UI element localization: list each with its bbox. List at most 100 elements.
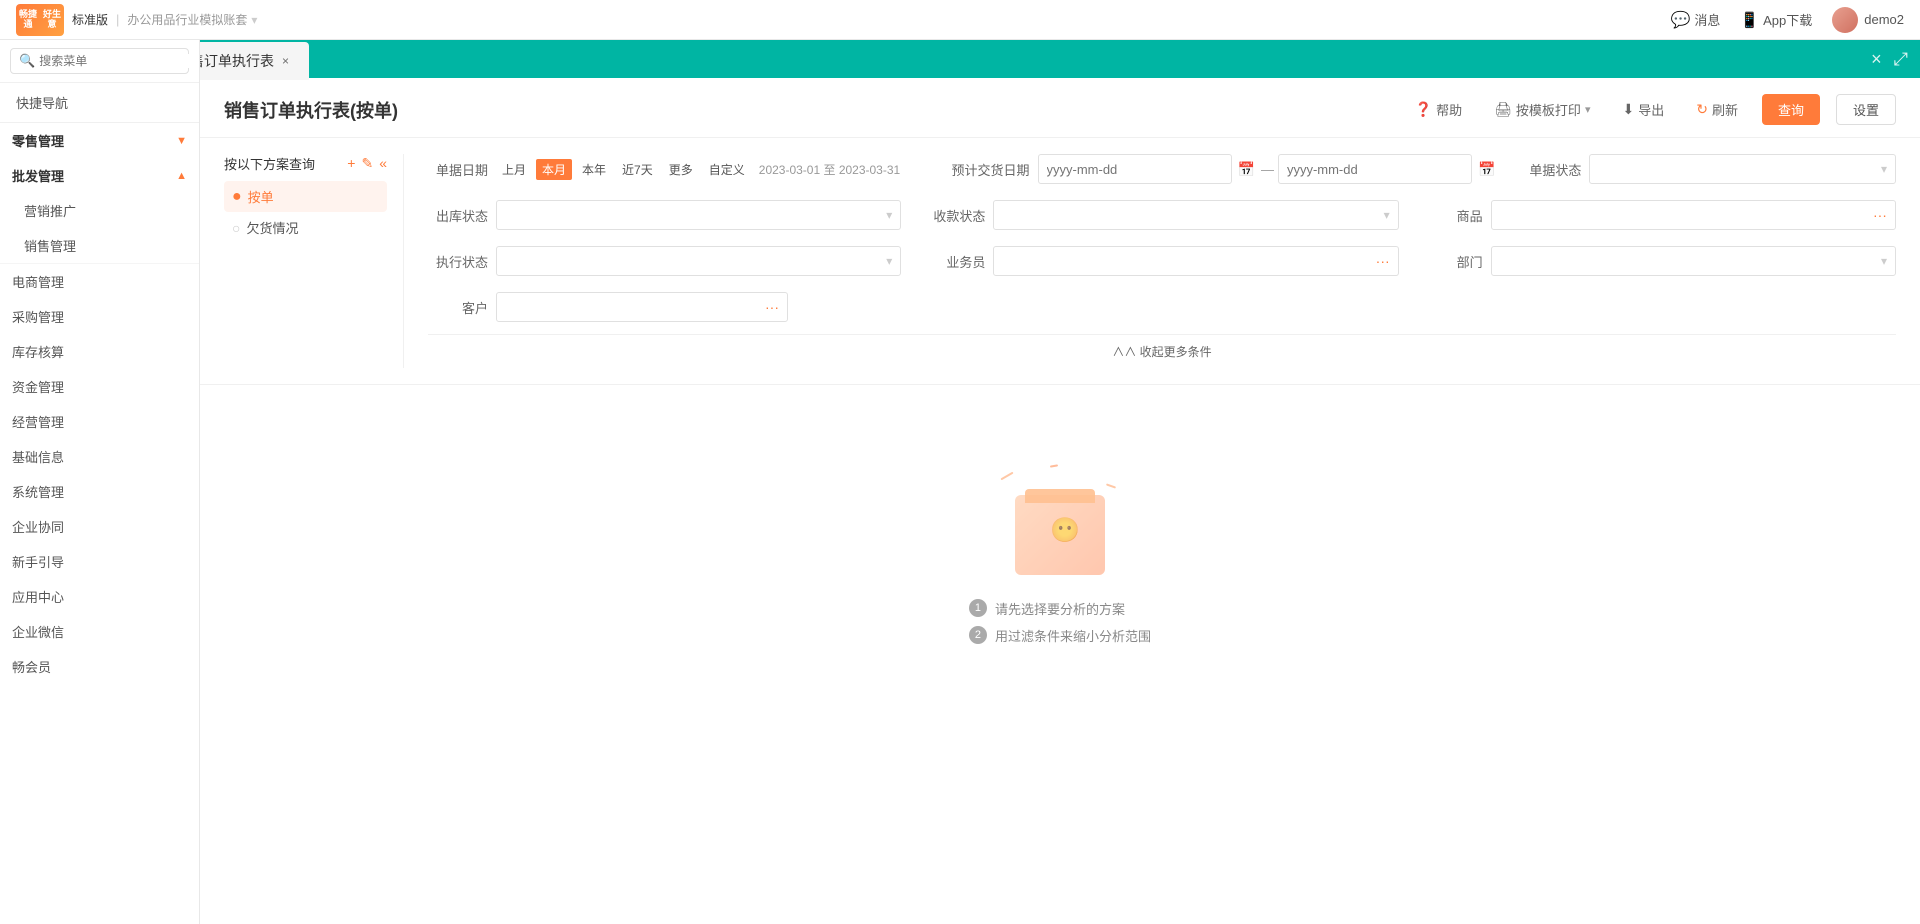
salesperson-dots-icon[interactable]: ··· bbox=[1376, 253, 1390, 269]
forecast-end-input[interactable] bbox=[1278, 154, 1472, 184]
status-label: 单据状态 bbox=[1521, 160, 1581, 179]
window-close-icon[interactable]: × bbox=[1871, 49, 1882, 70]
filter-main: 单据日期 上月 本月 本年 近7天 更多 自定义 2023-03-01 至 20… bbox=[404, 154, 1896, 368]
settings-button[interactable]: 设置 bbox=[1836, 94, 1896, 125]
execution-select[interactable]: ▾ bbox=[496, 246, 901, 276]
nav-item-procurement[interactable]: 采购管理 bbox=[0, 299, 199, 334]
empty-step-1: 1 请先选择要分析的方案 bbox=[969, 599, 1151, 618]
page-actions: ❓ 帮助 🖨 按模板打印 ▾ ⬇ 导出 ↻ 刷新 查询 设置 bbox=[1407, 94, 1896, 125]
scheme-item-1[interactable]: ○ 欠货情况 bbox=[224, 212, 387, 243]
forecast-date-range: 📅 — 📅 bbox=[1038, 154, 1498, 184]
page-header: 销售订单执行表(按单) ❓ 帮助 🖨 按模板打印 ▾ ⬇ 导出 ↻ 刷新 bbox=[200, 78, 1920, 138]
nav-expand-icon: ▼ bbox=[176, 135, 187, 147]
nav-item-guide[interactable]: 新手引导 bbox=[0, 544, 199, 579]
calendar-icon-start[interactable]: 📅 bbox=[1238, 161, 1255, 178]
goods-dots-icon[interactable]: ··· bbox=[1873, 207, 1887, 223]
current-year-btn[interactable]: 本年 bbox=[576, 159, 612, 180]
nav-item-operations[interactable]: 经营管理 bbox=[0, 404, 199, 439]
print-dropdown-icon[interactable]: ▾ bbox=[1585, 103, 1591, 116]
customer-dots-icon[interactable]: ··· bbox=[765, 299, 779, 315]
execution-label: 执行状态 bbox=[428, 252, 488, 271]
nav-item-inventory[interactable]: 库存核算 bbox=[0, 334, 199, 369]
nav-item-basics[interactable]: 基础信息 bbox=[0, 439, 199, 474]
phone-icon: 📱 bbox=[1740, 11, 1759, 29]
date-range-text: 2023-03-01 至 2023-03-31 bbox=[759, 161, 900, 178]
help-icon: ❓ bbox=[1415, 101, 1432, 118]
collapse-scheme-icon[interactable]: « bbox=[379, 155, 387, 172]
user-name: demo2 bbox=[1864, 12, 1904, 27]
scheme-item-0[interactable]: ● 按单 bbox=[224, 181, 387, 212]
box-lid bbox=[1025, 489, 1095, 503]
nav-item-ecommerce[interactable]: 电商管理 bbox=[0, 263, 199, 299]
nav-item-wechat[interactable]: 企业微信 bbox=[0, 614, 199, 649]
left-navigation: 🔍 快捷导航 零售管理 ▼ 批发管理 ▲ 营销推广 销售管理 电商管理 采购管理… bbox=[0, 40, 200, 924]
last7-btn[interactable]: 近7天 bbox=[616, 159, 659, 180]
nav-item-vip[interactable]: 畅会员 bbox=[0, 649, 199, 684]
calendar-icon-end[interactable]: 📅 bbox=[1478, 161, 1495, 178]
current-month-btn[interactable]: 本月 bbox=[536, 159, 572, 180]
nav-item-system[interactable]: 系统管理 bbox=[0, 474, 199, 509]
nav-item-retail[interactable]: 零售管理 ▼ bbox=[0, 123, 199, 158]
nav-item-appcenter[interactable]: 应用中心 bbox=[0, 579, 199, 614]
filter-sidebar-header: 按以下方案查询 + ✎ « bbox=[224, 154, 387, 173]
message-button[interactable]: 💬 消息 bbox=[1670, 10, 1720, 30]
edit-scheme-icon[interactable]: ✎ bbox=[361, 155, 373, 172]
more-btn[interactable]: 更多 bbox=[663, 159, 699, 180]
help-button[interactable]: ❓ 帮助 bbox=[1407, 96, 1470, 123]
filter-date-field: 单据日期 上月 本月 本年 近7天 更多 自定义 2023-03-01 至 20… bbox=[428, 159, 927, 180]
app-download-button[interactable]: 📱 App下载 bbox=[1740, 10, 1812, 29]
dept-dropdown-icon: ▾ bbox=[1881, 254, 1887, 268]
date-quick-buttons: 上月 本月 本年 近7天 更多 自定义 bbox=[496, 159, 751, 180]
user-profile[interactable]: demo2 bbox=[1832, 7, 1904, 33]
print-button[interactable]: 🖨 按模板打印 ▾ bbox=[1486, 96, 1598, 123]
chevron-up-icon: ∧∧ bbox=[1112, 345, 1136, 359]
message-icon: 💬 bbox=[1670, 10, 1690, 30]
nav-item-wholesale[interactable]: 批发管理 ▲ bbox=[0, 158, 199, 193]
filter-dept-field: 部门 ▾ bbox=[1423, 246, 1896, 276]
top-header: 畅捷通 好生意 标准版 | 办公用品行业模拟账套 ▾ 💬 消息 📱 App下载 … bbox=[0, 0, 1920, 40]
export-icon: ⬇ bbox=[1622, 101, 1634, 118]
app-label: 标准版 bbox=[72, 11, 108, 28]
nav-sub-sales[interactable]: 销售管理 bbox=[0, 228, 199, 263]
nav-item-finance[interactable]: 资金管理 bbox=[0, 369, 199, 404]
quick-nav-item[interactable]: 快捷导航 bbox=[0, 83, 199, 123]
payment-label: 收款状态 bbox=[925, 206, 985, 225]
box-face-icon: 😶 bbox=[1050, 516, 1080, 545]
customer-input[interactable]: ··· bbox=[496, 292, 788, 322]
salesperson-label: 业务员 bbox=[925, 252, 985, 271]
query-button[interactable]: 查询 bbox=[1762, 94, 1820, 125]
export-button[interactable]: ⬇ 导出 bbox=[1614, 96, 1672, 123]
custom-btn[interactable]: 自定义 bbox=[703, 159, 751, 180]
nav-item-collaboration[interactable]: 企业协同 bbox=[0, 509, 199, 544]
customer-label: 客户 bbox=[428, 298, 488, 317]
dept-select[interactable]: ▾ bbox=[1491, 246, 1896, 276]
goods-input[interactable]: ··· bbox=[1491, 200, 1896, 230]
filter-area: 按以下方案查询 + ✎ « ● 按单 ○ 欠货情况 bbox=[200, 138, 1920, 385]
search-menu-input-box[interactable]: 🔍 bbox=[10, 48, 189, 74]
status-select[interactable]: ▾ bbox=[1589, 154, 1896, 184]
payment-select[interactable]: ▾ bbox=[993, 200, 1398, 230]
window-expand-icon[interactable]: ⤢ bbox=[1894, 49, 1908, 70]
page-title: 销售订单执行表(按单) bbox=[224, 97, 398, 123]
collapse-text: 收起更多条件 bbox=[1140, 345, 1212, 359]
payment-dropdown-icon: ▾ bbox=[1384, 208, 1390, 222]
salesperson-input[interactable]: ··· bbox=[993, 246, 1398, 276]
collapse-bar[interactable]: ∧∧ 收起更多条件 bbox=[428, 334, 1896, 368]
tab-close-icon[interactable]: × bbox=[282, 54, 289, 68]
add-scheme-icon[interactable]: + bbox=[347, 155, 355, 172]
search-icon: 🔍 bbox=[19, 53, 35, 69]
breadcrumb-chevron-icon[interactable]: ▾ bbox=[251, 13, 257, 27]
nav-sub-marketing[interactable]: 营销推广 bbox=[0, 193, 199, 228]
forecast-start-input[interactable] bbox=[1038, 154, 1232, 184]
delivery-select[interactable]: ▾ bbox=[496, 200, 901, 230]
prev-month-btn[interactable]: 上月 bbox=[496, 159, 532, 180]
forecast-date-label: 预计交货日期 bbox=[951, 160, 1029, 179]
filter-delivery-field: 出库状态 ▾ bbox=[428, 200, 901, 230]
refresh-button[interactable]: ↻ 刷新 bbox=[1688, 96, 1746, 123]
sparkle-line3 bbox=[1050, 464, 1058, 467]
scheme-icon-1: ○ bbox=[232, 220, 240, 236]
tab-bar-actions: × ⤢ bbox=[1871, 49, 1920, 70]
refresh-icon: ↻ bbox=[1696, 101, 1708, 118]
user-avatar bbox=[1832, 7, 1858, 33]
search-menu-input[interactable] bbox=[39, 54, 194, 68]
